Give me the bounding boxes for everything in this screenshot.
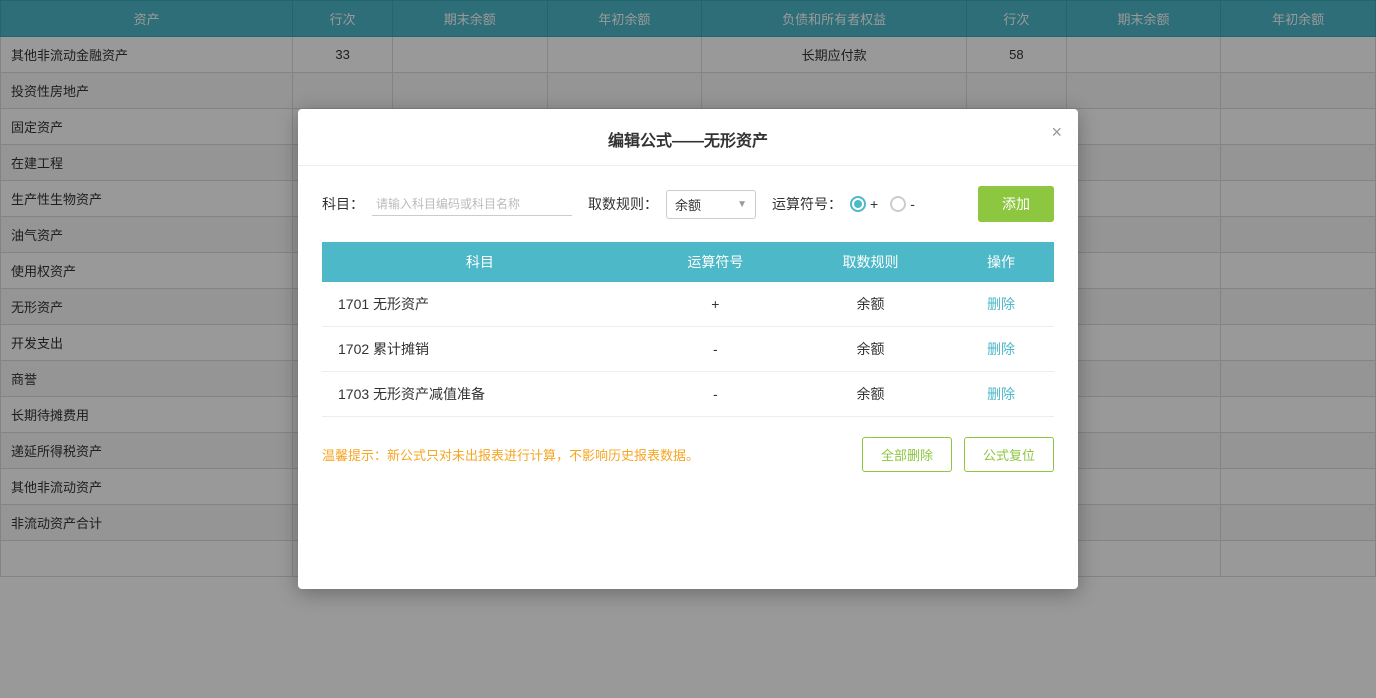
operator-group: 运算符号： + - [772, 194, 915, 214]
radio-minus[interactable]: - [890, 196, 915, 212]
rule-label: 取数规则： [588, 194, 658, 214]
table-cell-rule: 余额 [793, 327, 948, 372]
table-cell-subject: 1702 累计摊销 [322, 327, 638, 372]
rule-select-value: 余额 [675, 195, 733, 214]
data-table-wrapper: 科目 运算符号 取数规则 操作 1701 无形资产+余额删除1702 累计摊销-… [322, 242, 1054, 417]
footer-tip: 温馨提示：新公式只对未出报表进行计算，不影响历史报表数据。 [322, 445, 699, 464]
operator-radio-group: + - [850, 196, 915, 212]
operator-label: 运算符号： [772, 194, 842, 214]
modal-title: 编辑公式——无形资产 [608, 127, 768, 151]
table-row: 1701 无形资产+余额 删除 [322, 282, 1054, 327]
table-cell-operator: + [638, 282, 793, 327]
radio-plus-circle [850, 196, 866, 212]
table-header-subject: 科目 [322, 242, 638, 282]
modal-footer: 温馨提示：新公式只对未出报表进行计算，不影响历史报表数据。 全部删除 公式复位 [298, 417, 1078, 482]
table-cell-rule: 余额 [793, 372, 948, 417]
radio-minus-circle [890, 196, 906, 212]
subject-label: 科目： [322, 194, 364, 214]
footer-buttons: 全部删除 公式复位 [862, 437, 1054, 472]
table-cell-action: 删除 [948, 372, 1054, 417]
modal-header: 编辑公式——无形资产 × [298, 109, 1078, 166]
table-cell-action: 删除 [948, 282, 1054, 327]
table-row: 1703 无形资产减值准备-余额 删除 [322, 372, 1054, 417]
radio-plus[interactable]: + [850, 196, 878, 212]
modal-dialog: 编辑公式——无形资产 × 科目： 取数规则： 余额 ▼ 运算符号： [298, 109, 1078, 589]
delete-row-link[interactable]: 删除 [987, 296, 1015, 312]
delete-all-button[interactable]: 全部删除 [862, 437, 952, 472]
table-header-rule: 取数规则 [793, 242, 948, 282]
table-cell-subject: 1703 无形资产减值准备 [322, 372, 638, 417]
delete-row-link[interactable]: 删除 [987, 341, 1015, 357]
table-header-action: 操作 [948, 242, 1054, 282]
rule-select-arrow: ▼ [737, 199, 747, 210]
rule-group: 取数规则： 余额 ▼ [588, 190, 756, 219]
table-cell-rule: 余额 [793, 282, 948, 327]
rule-select[interactable]: 余额 ▼ [666, 190, 756, 219]
add-button[interactable]: 添加 [978, 186, 1054, 222]
delete-row-link[interactable]: 删除 [987, 386, 1015, 402]
table-cell-operator: - [638, 372, 793, 417]
table-cell-operator: - [638, 327, 793, 372]
reset-formula-button[interactable]: 公式复位 [964, 437, 1054, 472]
radio-plus-label: + [870, 196, 878, 212]
modal-close-button[interactable]: × [1051, 123, 1062, 141]
data-table: 科目 运算符号 取数规则 操作 1701 无形资产+余额删除1702 累计摊销-… [322, 242, 1054, 417]
form-row: 科目： 取数规则： 余额 ▼ 运算符号： + [298, 166, 1078, 242]
table-row: 1702 累计摊销-余额 删除 [322, 327, 1054, 372]
table-header-operator: 运算符号 [638, 242, 793, 282]
modal-overlay: 编辑公式——无形资产 × 科目： 取数规则： 余额 ▼ 运算符号： [0, 0, 1376, 698]
subject-group: 科目： [322, 192, 572, 216]
table-cell-action: 删除 [948, 327, 1054, 372]
table-cell-subject: 1701 无形资产 [322, 282, 638, 327]
radio-minus-label: - [910, 196, 915, 212]
subject-input[interactable] [372, 192, 572, 216]
